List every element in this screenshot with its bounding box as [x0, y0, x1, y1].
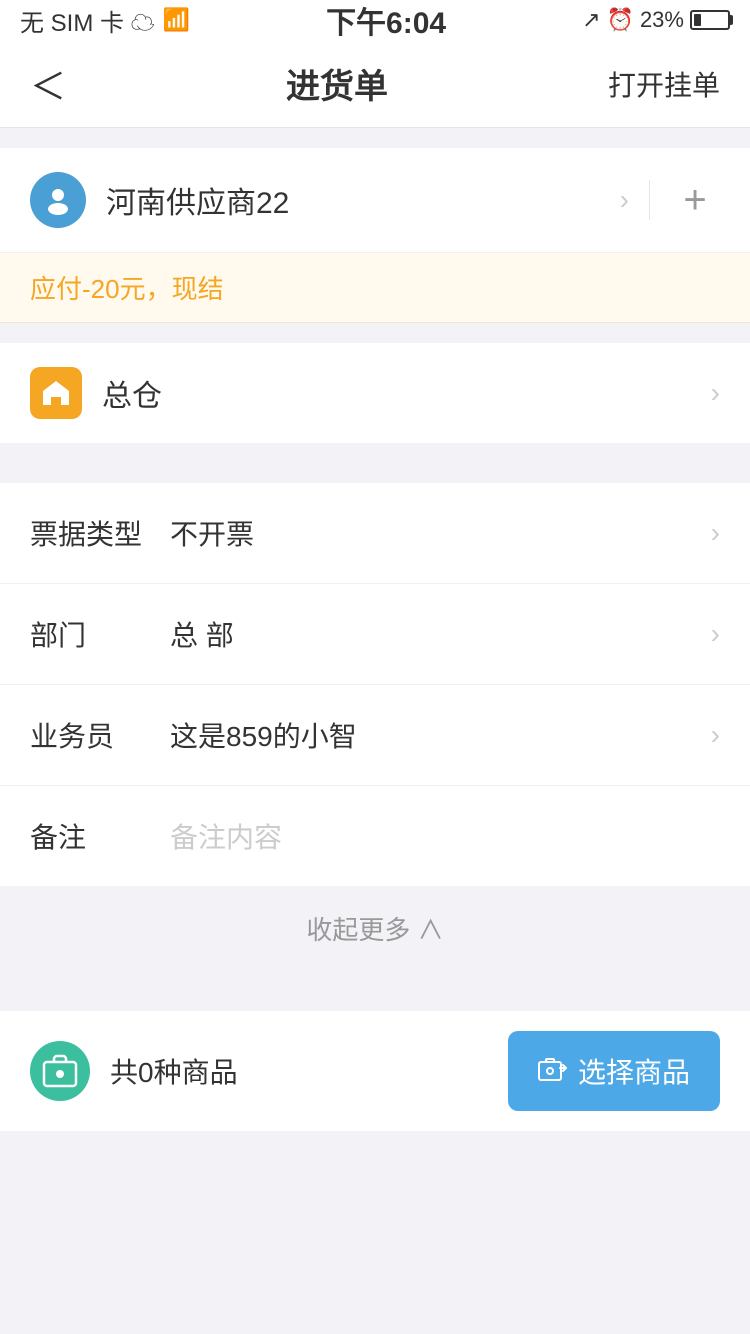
department-row[interactable]: 部门 总 部 › — [0, 584, 750, 685]
section-divider-2 — [0, 323, 750, 343]
department-label: 部门 — [30, 614, 150, 654]
status-left: 无 SIM 卡 ☁ 📶 — [20, 3, 190, 38]
warehouse-name: 总仓 — [102, 371, 711, 415]
back-button[interactable]: ＜ — [30, 58, 66, 110]
product-icon-wrap — [30, 1041, 90, 1101]
notes-row[interactable]: 备注 备注内容 — [0, 786, 750, 886]
notice-banner: 应付-20元，现结 — [0, 253, 750, 323]
section-divider-4 — [0, 971, 750, 991]
bottom-bar: 共0种商品 选择商品 — [0, 1011, 750, 1131]
supplier-section: 河南供应商22 › + 应付-20元，现结 — [0, 148, 750, 323]
salesperson-row[interactable]: 业务员 这是859的小智 › — [0, 685, 750, 786]
select-product-label: 选择商品 — [578, 1051, 690, 1091]
department-value: 总 部 — [170, 614, 711, 654]
warehouse-icon — [30, 367, 82, 419]
invoice-value: 不开票 — [170, 513, 711, 553]
section-divider-3 — [0, 443, 750, 463]
location-icon: ↗ — [582, 7, 600, 33]
page-title: 进货单 — [286, 59, 388, 108]
select-product-button[interactable]: 选择商品 — [508, 1031, 720, 1111]
warehouse-chevron-icon: › — [711, 377, 720, 409]
notes-label: 备注 — [30, 816, 150, 856]
battery-percent: 23% — [640, 7, 684, 33]
open-pending-button[interactable]: 打开挂单 — [608, 64, 720, 104]
salesperson-label: 业务员 — [30, 715, 150, 755]
warehouse-section: 总仓 › — [0, 343, 750, 443]
supplier-name: 河南供应商22 — [106, 178, 620, 222]
wifi-icon: 📶 — [163, 7, 190, 33]
add-supplier-button[interactable]: + — [670, 178, 720, 223]
salesperson-chevron-icon: › — [711, 719, 720, 751]
notes-placeholder[interactable]: 备注内容 — [170, 816, 720, 856]
sim-label: 无 SIM 卡 ☁ — [20, 3, 155, 38]
battery-icon — [690, 10, 730, 30]
status-time: 下午6:04 — [326, 0, 446, 42]
status-right: ↗ ⏰ 23% — [582, 7, 730, 33]
warehouse-row[interactable]: 总仓 › — [0, 343, 750, 443]
nav-bar: ＜ 进货单 打开挂单 — [0, 40, 750, 128]
section-divider-1 — [0, 128, 750, 148]
invoice-row[interactable]: 票据类型 不开票 › — [0, 483, 750, 584]
form-section: 票据类型 不开票 › 部门 总 部 › 业务员 这是859的小智 › 备注 备注… — [0, 483, 750, 886]
alarm-icon: ⏰ — [607, 7, 634, 33]
supplier-divider — [649, 180, 650, 220]
department-chevron-icon: › — [711, 618, 720, 650]
invoice-chevron-icon: › — [711, 517, 720, 549]
supplier-avatar — [30, 172, 86, 228]
supplier-chevron-icon: › — [620, 184, 629, 216]
product-count: 共0种商品 — [110, 1051, 488, 1091]
supplier-row[interactable]: 河南供应商22 › + — [0, 148, 750, 253]
status-bar: 无 SIM 卡 ☁ 📶 下午6:04 ↗ ⏰ 23% — [0, 0, 750, 40]
salesperson-value: 这是859的小智 — [170, 715, 711, 755]
collapse-row[interactable]: 收起更多 ∧ — [0, 886, 750, 971]
invoice-label: 票据类型 — [30, 513, 150, 553]
